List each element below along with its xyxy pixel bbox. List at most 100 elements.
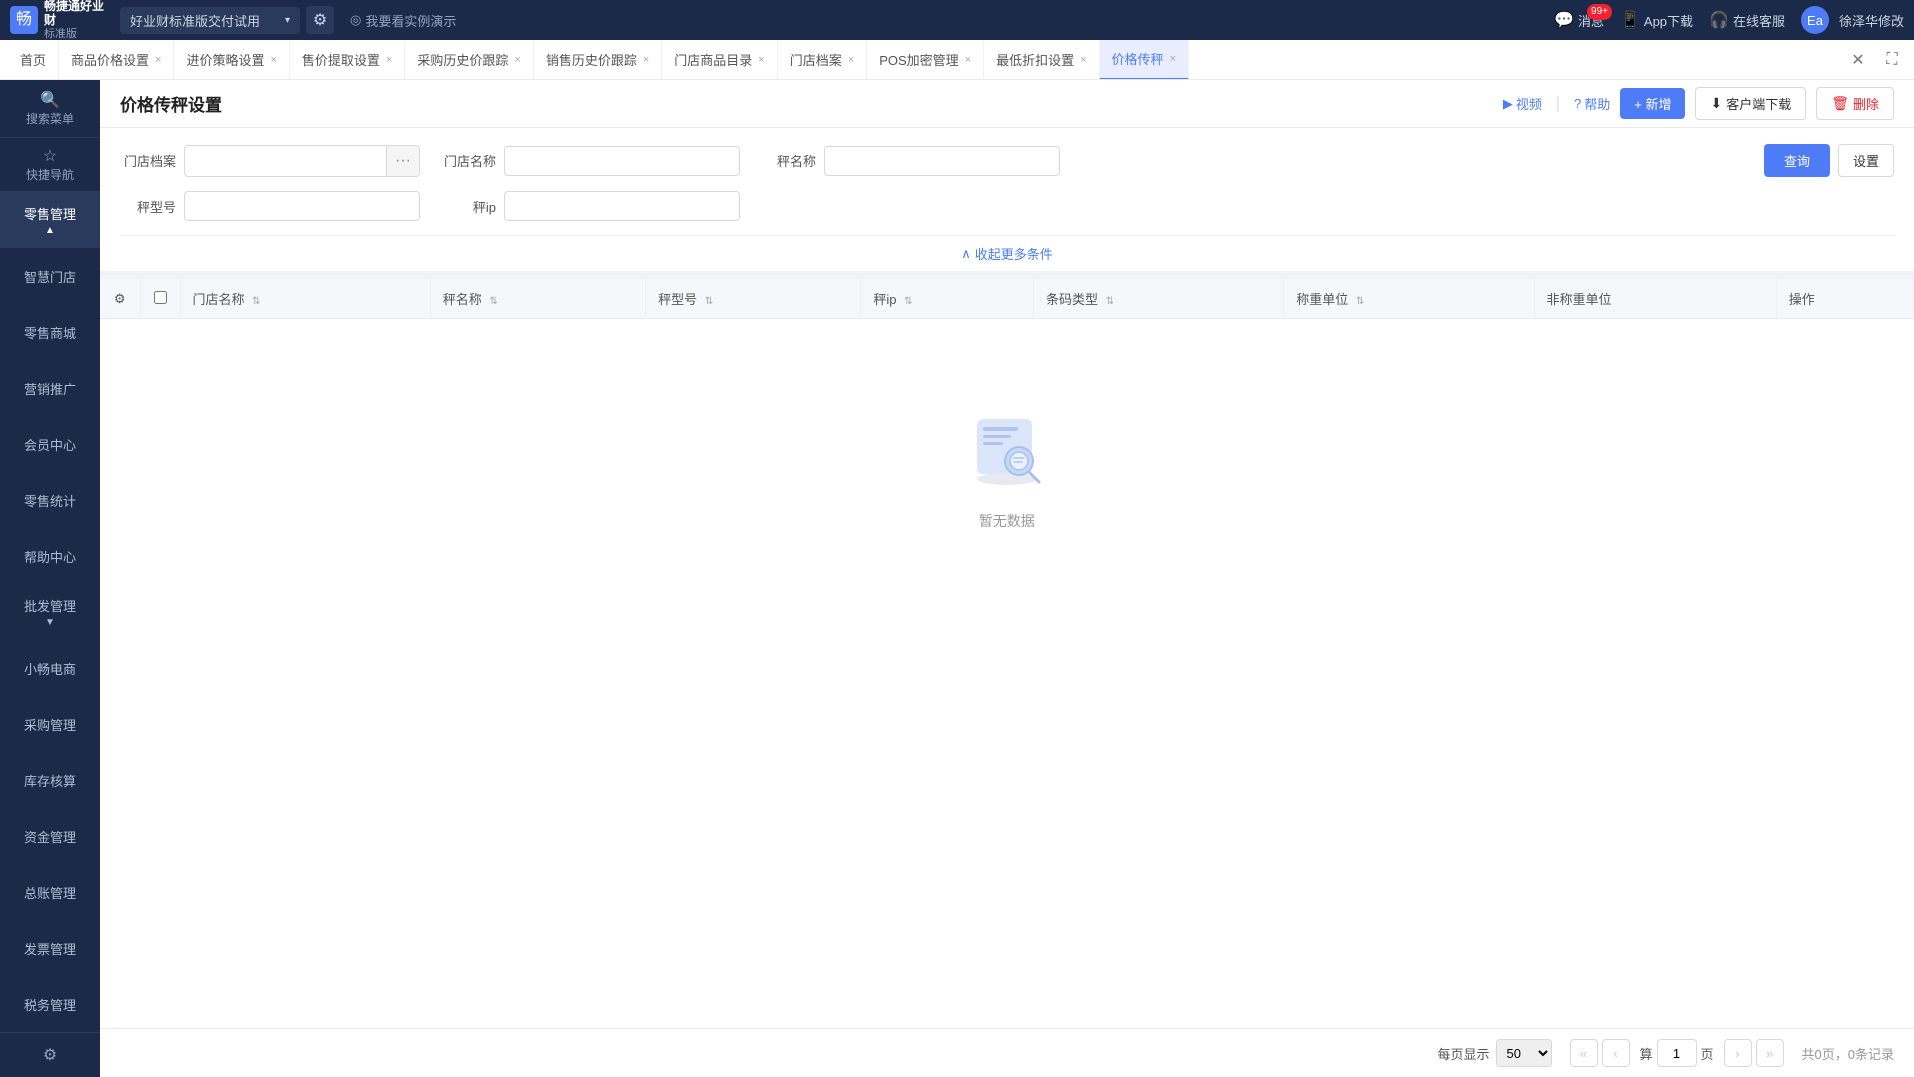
next-page-button[interactable]: › (1724, 1039, 1752, 1067)
tab-store-profile-label: 门店档案 (790, 50, 842, 69)
video-icon: ▶ (1503, 96, 1513, 112)
main-layout: 🔍 搜索菜单 ☆ 快捷导航 零售管理 ▲ 智慧门店 零售商城 营销推广 会员中心… (0, 80, 1914, 1077)
close-tab-button[interactable]: ✕ (1844, 46, 1872, 74)
wholesale-label: 批发管理 (24, 596, 76, 615)
scale-ip-sort-icon[interactable]: ⇅ (904, 296, 912, 307)
sidebar-item-ledger[interactable]: 总账管理 (0, 864, 100, 920)
th-operation-label: 操作 (1789, 292, 1815, 307)
select-all-checkbox[interactable] (154, 291, 167, 304)
scale-name-sort-icon[interactable]: ⇅ (489, 296, 497, 307)
sidebar-settings[interactable]: ⚙ (0, 1032, 100, 1077)
delete-button[interactable]: 🗑 删除 (1816, 87, 1894, 120)
tab-sale-price-close[interactable]: × (386, 54, 392, 66)
tab-price-scale-close[interactable]: × (1170, 53, 1176, 65)
help-link[interactable]: ? 帮助 (1574, 94, 1610, 113)
tab-store-catalog-label: 门店商品目录 (674, 50, 752, 69)
sidebar-item-tax[interactable]: 税务管理 (0, 976, 100, 1032)
tab-min-discount[interactable]: 最低折扣设置 × (984, 40, 1099, 80)
add-button[interactable]: + 新增 (1620, 88, 1685, 119)
weight-unit-sort-icon[interactable]: ⇅ (1356, 296, 1364, 307)
tax-label: 税务管理 (24, 995, 76, 1014)
sidebar-item-smart-store[interactable]: 智慧门店 (0, 248, 100, 304)
barcode-type-sort-icon[interactable]: ⇅ (1106, 296, 1114, 307)
download-icon: ⬇ (1710, 95, 1722, 112)
filter-scale-model-input[interactable] (184, 191, 420, 221)
settings-button[interactable]: ⚙ (306, 6, 334, 34)
store-name-sort-icon[interactable]: ⇅ (252, 296, 260, 307)
tab-price-strategy-close[interactable]: × (270, 54, 276, 66)
user-profile[interactable]: Ea 徐泽华修改 (1801, 6, 1904, 34)
th-checkbox[interactable] (140, 279, 180, 319)
filter-scale-name-label: 秤名称 (760, 151, 816, 170)
video-link[interactable]: ▶ 视频 (1503, 94, 1542, 113)
sidebar: 🔍 搜索菜单 ☆ 快捷导航 零售管理 ▲ 智慧门店 零售商城 营销推广 会员中心… (0, 80, 100, 1077)
tab-purchase-history-close[interactable]: × (514, 54, 520, 66)
page-suffix: 页 (1701, 1044, 1714, 1063)
tab-price-strategy[interactable]: 进价策略设置 × (174, 40, 289, 80)
app-download-button[interactable]: 📱 App下载 (1620, 10, 1693, 30)
tab-sale-history[interactable]: 销售历史价跟踪 × (534, 40, 662, 80)
scale-model-sort-icon[interactable]: ⇅ (705, 296, 713, 307)
version-selector[interactable]: 好业财标准版交付试用 ▾ (120, 7, 300, 34)
sidebar-item-wholesale[interactable]: 批发管理 ▼ (0, 584, 100, 640)
sidebar-item-marketing[interactable]: 营销推广 (0, 360, 100, 416)
search-button[interactable]: 查询 (1764, 144, 1830, 177)
tab-goods-price[interactable]: 商品价格设置 × (59, 40, 174, 80)
tab-sale-price[interactable]: 售价提取设置 × (290, 40, 405, 80)
th-scale-name-label: 秤名称 (443, 292, 482, 307)
download-button[interactable]: ⬇ 客户端下载 (1695, 87, 1806, 120)
tab-store-catalog[interactable]: 门店商品目录 × (662, 40, 777, 80)
th-settings[interactable]: ⚙ (100, 279, 140, 319)
gear-icon: ⚙ (313, 10, 327, 30)
total-text: 共0页，0条记录 (1802, 1044, 1894, 1063)
sidebar-search[interactable]: 🔍 搜索菜单 (0, 80, 100, 138)
settings-filter-button[interactable]: 设置 (1838, 144, 1894, 177)
tab-purchase-history[interactable]: 采购历史价跟踪 × (405, 40, 533, 80)
tab-sale-history-close[interactable]: × (643, 54, 649, 66)
filter-store-profile-input[interactable] (185, 146, 386, 176)
filter-collapse-btn[interactable]: ∧ 收起更多条件 (120, 235, 1894, 271)
tab-min-discount-label: 最低折扣设置 (996, 50, 1074, 69)
expand-tab-button[interactable]: ⛶ (1878, 46, 1906, 74)
filter-store-profile-label: 门店档案 (120, 151, 176, 170)
delete-label: 删除 (1853, 94, 1879, 113)
th-store-name: 门店名称 ⇅ (180, 279, 430, 319)
page-number-input[interactable] (1657, 1039, 1697, 1067)
tab-sale-history-label: 销售历史价跟踪 (546, 50, 637, 69)
sidebar-nav[interactable]: ☆ 快捷导航 (0, 138, 100, 192)
filter-scale-name-input[interactable] (824, 146, 1060, 176)
prev-page-button[interactable]: ‹ (1602, 1039, 1630, 1067)
tab-pos-security[interactable]: POS加密管理 × (867, 40, 984, 80)
sidebar-item-finance[interactable]: 资金管理 (0, 808, 100, 864)
sidebar-item-retail-stats[interactable]: 零售统计 (0, 472, 100, 528)
tab-store-profile[interactable]: 门店档案 × (778, 40, 867, 80)
sidebar-item-purchase[interactable]: 采购管理 (0, 696, 100, 752)
store-profile-picker-button[interactable]: ··· (386, 146, 419, 176)
first-page-button[interactable]: « (1570, 1039, 1598, 1067)
empty-illustration (957, 399, 1057, 499)
sidebar-item-retail-mall[interactable]: 零售商城 (0, 304, 100, 360)
sidebar-item-invoice[interactable]: 发票管理 (0, 920, 100, 976)
demo-link[interactable]: ◎ 我要看实例演示 (350, 11, 456, 30)
tab-store-catalog-close[interactable]: × (758, 54, 764, 66)
sidebar-item-ecommerce[interactable]: 小畅电商 (0, 640, 100, 696)
tab-home[interactable]: 首页 (8, 40, 59, 80)
sidebar-item-membership[interactable]: 会员中心 (0, 416, 100, 472)
tab-price-scale[interactable]: 价格传秤 × (1100, 40, 1189, 80)
filter-scale-ip-input[interactable] (504, 191, 740, 221)
chevron-up-icon: ▲ (45, 225, 55, 236)
tab-goods-price-close[interactable]: × (155, 54, 161, 66)
per-page-select[interactable]: 10 20 50 100 (1496, 1039, 1552, 1067)
sidebar-item-inventory[interactable]: 库存核算 (0, 752, 100, 808)
filter-store-name-input[interactable] (504, 146, 740, 176)
online-service-button[interactable]: 🎧 在线客服 (1709, 10, 1785, 30)
message-button[interactable]: 💬 消息 99+ (1554, 10, 1604, 30)
tab-min-discount-close[interactable]: × (1080, 54, 1086, 66)
pagination-bar: 每页显示 10 20 50 100 « ‹ 算 页 › (100, 1028, 1914, 1077)
per-page-label: 每页显示 (1437, 1044, 1489, 1063)
sidebar-item-retail-manage[interactable]: 零售管理 ▲ (0, 192, 100, 248)
tab-pos-security-close[interactable]: × (965, 54, 971, 66)
sidebar-item-help[interactable]: 帮助中心 (0, 528, 100, 584)
last-page-button[interactable]: » (1756, 1039, 1784, 1067)
tab-store-profile-close[interactable]: × (848, 54, 854, 66)
